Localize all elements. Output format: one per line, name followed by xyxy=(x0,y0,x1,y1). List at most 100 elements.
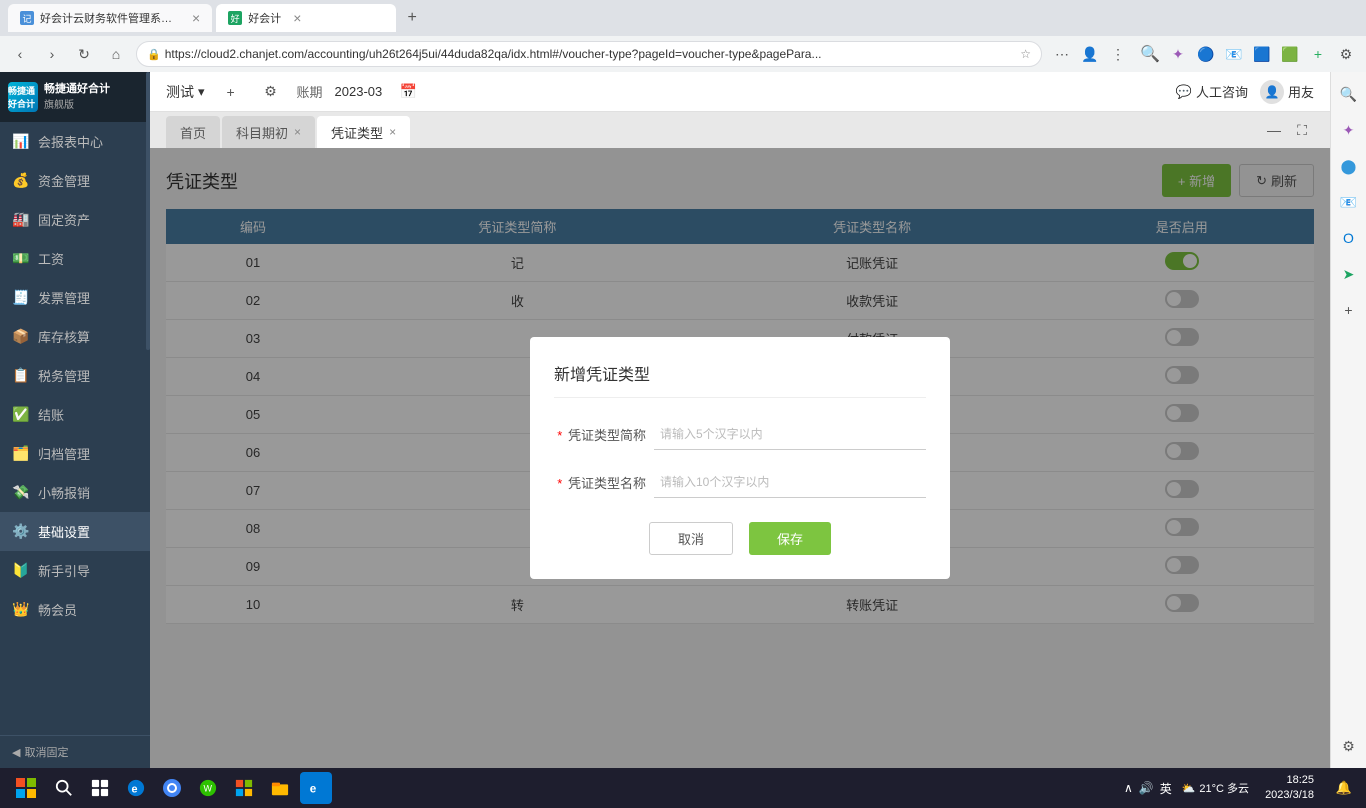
reload-button[interactable]: ↻ xyxy=(72,42,96,66)
sidebar-item-settings[interactable]: ⚙️ 基础设置 xyxy=(0,512,150,551)
new-tab-button[interactable]: + xyxy=(400,6,424,30)
right-settings-button[interactable]: ⚙ xyxy=(1335,732,1363,760)
tab1-favicon: 记 xyxy=(20,11,34,25)
ext1-icon[interactable]: ✦ xyxy=(1166,42,1190,66)
sidebar-item-finance[interactable]: 💰 资金管理 xyxy=(0,161,150,200)
address-text: https://cloud2.chanjet.com/accounting/uh… xyxy=(165,47,1017,61)
right-mail-button[interactable]: 📧 xyxy=(1335,188,1363,216)
settings-header-button[interactable]: ⚙ xyxy=(257,78,285,106)
settings-icon: ⚙️ xyxy=(12,523,30,541)
tax-icon: 📋 xyxy=(12,367,30,385)
taskbar-wechat-button[interactable]: W xyxy=(192,772,224,804)
taskbar-search-button[interactable] xyxy=(48,772,80,804)
menu-button[interactable]: ⋮ xyxy=(1106,42,1130,66)
checkout-icon: ✅ xyxy=(12,406,30,424)
sidebar-item-label: 固定资产 xyxy=(38,210,90,229)
sidebar-item-assets[interactable]: 🏭 固定资产 xyxy=(0,200,150,239)
sidebar-item-guide[interactable]: 🔰 新手引导 xyxy=(0,551,150,590)
taskbar-notification-button[interactable]: 🔔 xyxy=(1330,774,1358,802)
taskbar-explorer-button[interactable] xyxy=(264,772,296,804)
tab-voucher-close[interactable]: × xyxy=(389,125,396,139)
right-circle-button[interactable]: ⬤ xyxy=(1335,152,1363,180)
ext3-icon[interactable]: 📧 xyxy=(1222,42,1246,66)
tab-expand-button[interactable]: ⛶ xyxy=(1290,118,1314,142)
right-search-button[interactable]: 🔍 xyxy=(1335,80,1363,108)
address-bar[interactable]: 🔒 https://cloud2.chanjet.com/accounting/… xyxy=(136,41,1042,67)
modal-title: 新增凭证类型 xyxy=(554,361,926,398)
taskbar-store-button[interactable] xyxy=(228,772,260,804)
tab-subjects-close[interactable]: × xyxy=(294,125,301,139)
network-icon[interactable]: ∧ xyxy=(1122,781,1135,795)
tab1-close[interactable]: × xyxy=(192,10,200,26)
save-button[interactable]: 保存 xyxy=(749,522,831,555)
right-star-button[interactable]: ✦ xyxy=(1335,116,1363,144)
tab-home[interactable]: 首页 xyxy=(166,116,220,148)
add-company-button[interactable]: + xyxy=(217,78,245,106)
sidebar-item-label: 发票管理 xyxy=(38,288,90,307)
salary-icon: 💵 xyxy=(12,250,30,268)
tab-voucher-label: 凭证类型 xyxy=(331,123,383,142)
taskbar-weather[interactable]: ⛅ 21°C 多云 xyxy=(1182,780,1249,796)
ext6-icon[interactable]: + xyxy=(1306,42,1330,66)
taskbar-chrome-button[interactable] xyxy=(156,772,188,804)
taskbar-clock[interactable]: 18:25 2023/3/18 xyxy=(1257,773,1322,804)
star-icon[interactable]: ☆ xyxy=(1020,47,1031,61)
sidebar-item-checkout[interactable]: ✅ 结账 xyxy=(0,395,150,434)
forward-button[interactable]: › xyxy=(40,42,64,66)
right-add-button[interactable]: + xyxy=(1335,296,1363,324)
taskbar-edge2-button[interactable]: e xyxy=(300,772,332,804)
home-button[interactable]: ⌂ xyxy=(104,42,128,66)
tab-subjects-label: 科目期初 xyxy=(236,123,288,142)
taskbar-start-button[interactable] xyxy=(8,770,44,806)
sidebar-item-inventory[interactable]: 📦 库存核算 xyxy=(0,317,150,356)
consult-label: 人工咨询 xyxy=(1196,82,1248,101)
ext4-icon[interactable]: 🟦 xyxy=(1250,42,1274,66)
tab-subjects[interactable]: 科目期初 × xyxy=(222,116,315,148)
browser-tab-2[interactable]: 好 好会计 × xyxy=(216,4,396,32)
sidebar-item-member[interactable]: 👑 畅会员 xyxy=(0,590,150,629)
avatar: 👤 xyxy=(1260,80,1284,104)
ext5-icon[interactable]: 🟩 xyxy=(1278,42,1302,66)
cancel-button[interactable]: 取消 xyxy=(649,522,733,555)
period-label: 账期 xyxy=(297,82,323,101)
lang-icon[interactable]: 英 xyxy=(1158,780,1174,797)
taskbar-taskview-button[interactable] xyxy=(84,772,116,804)
taskbar-right-section: ∧ 🔊 英 ⛅ 21°C 多云 18:25 2023/3/18 🔔 xyxy=(1122,773,1358,804)
extensions-button[interactable]: ⋯ xyxy=(1050,42,1074,66)
right-outlook-button[interactable]: O xyxy=(1335,224,1363,252)
right-fly-button[interactable]: ➤ xyxy=(1335,260,1363,288)
sidebar-item-expense[interactable]: 💸 小畅报销 xyxy=(0,473,150,512)
tab-minimize-button[interactable]: — xyxy=(1262,118,1286,142)
ext2-icon[interactable]: 🔵 xyxy=(1194,42,1218,66)
sidebar-unpin[interactable]: ◀ 取消固定 xyxy=(0,735,150,768)
taskbar-edge-button[interactable]: e xyxy=(120,772,152,804)
short-name-input[interactable] xyxy=(654,418,926,450)
tab-home-label: 首页 xyxy=(180,123,206,142)
volume-icon[interactable]: 🔊 xyxy=(1137,781,1156,795)
sidebar-item-label: 小畅报销 xyxy=(38,483,90,502)
profile-button[interactable]: 👤 xyxy=(1078,42,1102,66)
calendar-icon[interactable]: 📅 xyxy=(394,78,422,106)
full-name-input[interactable] xyxy=(654,466,926,498)
sidebar-item-salary[interactable]: 💵 工资 xyxy=(0,239,150,278)
sidebar-item-dashboard[interactable]: 📊 会报表中心 xyxy=(0,122,150,161)
settings-ext-icon[interactable]: ⚙ xyxy=(1334,42,1358,66)
tab2-label: 好会计 xyxy=(248,10,281,26)
sidebar-item-invoice[interactable]: 🧾 发票管理 xyxy=(0,278,150,317)
browser-tab-1[interactable]: 记 好会计云财务软件管理系统_会计 × xyxy=(8,4,212,32)
user-button[interactable]: 👤 用友 xyxy=(1260,80,1314,104)
search-ext-icon[interactable]: 🔍 xyxy=(1138,42,1162,66)
sidebar-item-tax[interactable]: 📋 税务管理 xyxy=(0,356,150,395)
tab-voucher-type[interactable]: 凭证类型 × xyxy=(317,116,410,148)
expense-icon: 💸 xyxy=(12,484,30,502)
invoice-icon: 🧾 xyxy=(12,289,30,307)
tab-controls: — ⛶ xyxy=(1262,118,1314,142)
page-content: 凭证类型 + 新增 ↻ 刷新 编码 凭证类型简称 凭证类型名称 是否启用 xyxy=(150,148,1330,768)
sidebar-item-archive[interactable]: 🗂️ 归档管理 xyxy=(0,434,150,473)
tab2-close[interactable]: × xyxy=(293,10,301,26)
back-button[interactable]: ‹ xyxy=(8,42,32,66)
consult-button[interactable]: 💬 人工咨询 xyxy=(1176,82,1248,101)
required-star: * xyxy=(557,428,562,443)
taskbar-sys-icons: ∧ 🔊 英 xyxy=(1122,780,1174,797)
company-selector[interactable]: 测试 ▾ xyxy=(166,82,205,102)
